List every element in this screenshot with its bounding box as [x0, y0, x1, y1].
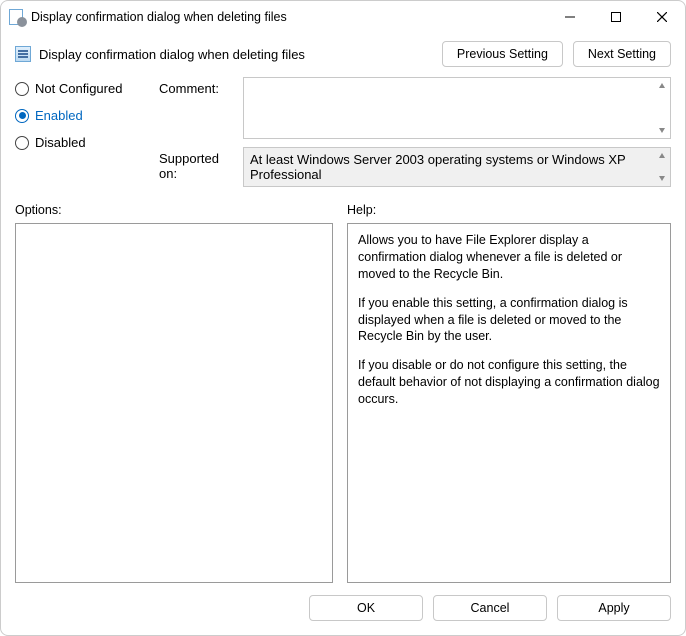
window-buttons [547, 1, 685, 33]
scroll-down-icon[interactable] [656, 124, 668, 136]
cancel-button[interactable]: Cancel [433, 595, 547, 621]
title-bar: Display confirmation dialog when deletin… [1, 1, 685, 33]
panel-labels: Options: Help: [1, 193, 685, 223]
scroll-up-icon[interactable] [656, 80, 668, 92]
scroll-up-icon[interactable] [656, 150, 668, 162]
radio-label: Disabled [35, 135, 86, 150]
radio-enabled[interactable]: Enabled [15, 108, 155, 123]
dialog-footer: OK Cancel Apply [1, 583, 685, 635]
options-panel[interactable] [15, 223, 333, 583]
radio-not-configured[interactable]: Not Configured [15, 81, 155, 96]
supported-on-box: At least Windows Server 2003 operating s… [243, 147, 671, 187]
supported-on-label: Supported on: [159, 147, 239, 181]
options-label: Options: [15, 203, 333, 217]
app-icon [9, 9, 25, 25]
next-setting-button[interactable]: Next Setting [573, 41, 671, 67]
help-panel[interactable]: Allows you to have File Explorer display… [347, 223, 671, 583]
previous-setting-button[interactable]: Previous Setting [442, 41, 563, 67]
policy-header: Display confirmation dialog when deletin… [1, 33, 685, 77]
help-paragraph: If you enable this setting, a confirmati… [358, 295, 660, 346]
apply-button[interactable]: Apply [557, 595, 671, 621]
help-paragraph: If you disable or do not configure this … [358, 357, 660, 408]
settings-grid: Not Configured Enabled Disabled Comment:… [1, 77, 685, 193]
maximize-button[interactable] [593, 1, 639, 33]
comment-textarea[interactable] [243, 77, 671, 139]
supported-on-value: At least Windows Server 2003 operating s… [250, 152, 625, 182]
policy-title: Display confirmation dialog when deletin… [39, 47, 442, 62]
close-button[interactable] [639, 1, 685, 33]
policy-editor-window: Display confirmation dialog when deletin… [0, 0, 686, 636]
radio-label: Enabled [35, 108, 83, 123]
radio-label: Not Configured [35, 81, 122, 96]
window-title: Display confirmation dialog when deletin… [31, 10, 547, 24]
ok-button[interactable]: OK [309, 595, 423, 621]
scroll-down-icon[interactable] [656, 172, 668, 184]
comment-label: Comment: [159, 77, 239, 96]
help-label: Help: [347, 203, 671, 217]
minimize-button[interactable] [547, 1, 593, 33]
panels-row: Allows you to have File Explorer display… [1, 223, 685, 583]
state-radio-group: Not Configured Enabled Disabled [15, 77, 155, 150]
radio-disabled[interactable]: Disabled [15, 135, 155, 150]
policy-icon [15, 46, 31, 62]
help-paragraph: Allows you to have File Explorer display… [358, 232, 660, 283]
